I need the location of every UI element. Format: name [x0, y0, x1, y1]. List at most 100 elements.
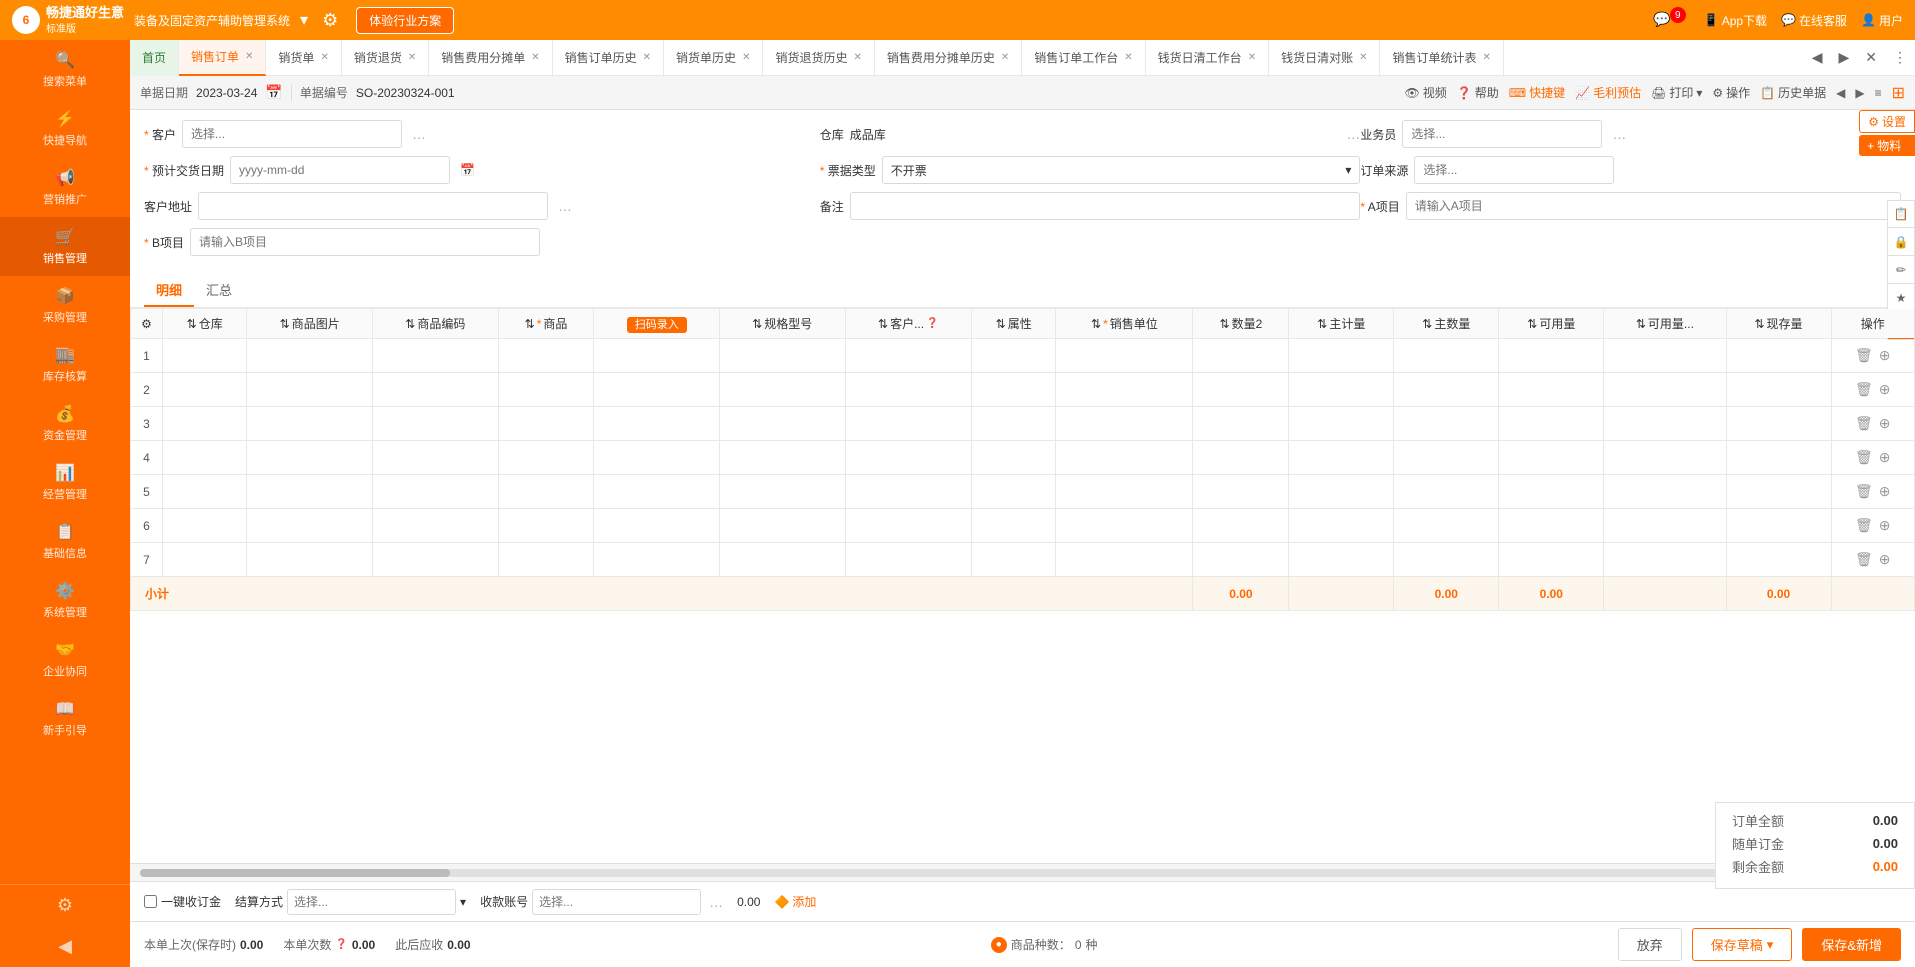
row-product-4[interactable] — [498, 441, 594, 475]
b-project-input[interactable] — [190, 228, 540, 256]
row-warehouse-7[interactable] — [163, 543, 247, 577]
notification-area[interactable]: 💬 9 — [1653, 11, 1690, 30]
sidebar-item-4[interactable]: 📦采购管理 — [0, 276, 130, 335]
date-picker-icon[interactable]: 📅 — [265, 84, 282, 101]
row-delete-3[interactable]: 🗑 — [1855, 415, 1873, 432]
tab-sales-expense-history[interactable]: 销售费用分摊单历史✕ — [875, 40, 1022, 76]
tab-home[interactable]: 首页 — [130, 40, 179, 76]
warehouse-dots-btn[interactable]: … — [1346, 126, 1360, 142]
tab-sales-return[interactable]: 销货退货✕ — [342, 40, 429, 76]
sidebar-item-8[interactable]: 📋基础信息 — [0, 512, 130, 571]
industry-btn[interactable]: 体验行业方案 — [356, 7, 454, 34]
row-code-4[interactable] — [373, 441, 499, 475]
invoice-type-select[interactable]: 不开票 ▾ — [882, 156, 1361, 184]
sidebar-item-9[interactable]: ⚙️系统管理 — [0, 571, 130, 630]
row-code-1[interactable] — [373, 339, 499, 373]
row-qty2-5[interactable] — [1193, 475, 1289, 509]
row-warehouse-3[interactable] — [163, 407, 247, 441]
tab-close-5[interactable]: ✕ — [643, 52, 651, 63]
tab-close-7[interactable]: ✕ — [853, 52, 861, 63]
tab-sales-order[interactable]: 销售订单✕ — [179, 40, 266, 76]
app-download-btn[interactable]: 📱 App下载 — [1704, 12, 1767, 29]
history-btn[interactable]: 📋 历史单据 — [1760, 84, 1826, 101]
tab-menu-btn[interactable]: ⋮ — [1885, 40, 1915, 76]
scan-btn[interactable]: 扫码录入 — [627, 317, 687, 333]
tab-daily-clear[interactable]: 钱货日清工作台✕ — [1146, 40, 1269, 76]
row-qty2-7[interactable] — [1193, 543, 1289, 577]
tab-next-btn[interactable]: ▶ — [1830, 40, 1857, 76]
row-copy-6[interactable]: ⊕ — [1879, 517, 1891, 534]
row-unit-4[interactable] — [1056, 441, 1193, 475]
sidebar-settings-btn[interactable]: ⚙ — [0, 885, 130, 926]
row-qty2-6[interactable] — [1193, 509, 1289, 543]
row-warehouse-1[interactable] — [163, 339, 247, 373]
row-delete-5[interactable]: 🗑 — [1855, 483, 1873, 500]
tab-prev-btn[interactable]: ◀ — [1804, 40, 1831, 76]
row-qty2-2[interactable] — [1193, 373, 1289, 407]
scrollbar-thumb[interactable] — [140, 869, 450, 877]
row-qty2-3[interactable] — [1193, 407, 1289, 441]
toolbar-expand-btn[interactable]: ⊞ — [1892, 83, 1905, 103]
product-count-circle[interactable]: ● — [991, 937, 1007, 953]
sidebar-item-2[interactable]: 📢营销推广 — [0, 158, 130, 217]
tab-sales-workbench[interactable]: 销售订单工作台✕ — [1022, 40, 1145, 76]
add-collect-btn[interactable]: 🔶 添加 — [774, 893, 816, 910]
row-product-2[interactable] — [498, 373, 594, 407]
row-code-3[interactable] — [373, 407, 499, 441]
row-warehouse-5[interactable] — [163, 475, 247, 509]
toolbar-nav-next[interactable]: ▶ — [1855, 86, 1864, 100]
row-warehouse-6[interactable] — [163, 509, 247, 543]
one-click-collect-label[interactable]: 一键收订金 — [144, 893, 221, 910]
tab-close-4[interactable]: ✕ — [531, 52, 539, 63]
discard-btn[interactable]: 放弃 — [1618, 928, 1682, 961]
tab-daily-reconcile[interactable]: 钱货日清对账✕ — [1269, 40, 1380, 76]
tab-sales-stats[interactable]: 销售订单统计表✕ — [1380, 40, 1503, 76]
shortcut-btn[interactable]: ⌨ 快捷键 — [1509, 84, 1565, 101]
customer-address-input[interactable] — [198, 192, 548, 220]
tab-close-10[interactable]: ✕ — [1248, 52, 1256, 63]
sidebar-item-6[interactable]: 💰资金管理 — [0, 394, 130, 453]
right-float-btn-2[interactable]: 🔒 — [1887, 228, 1915, 256]
dropdown-icon[interactable]: ▾ — [300, 10, 308, 30]
row-delete-7[interactable]: 🗑 — [1855, 551, 1873, 568]
row-delete-2[interactable]: 🗑 — [1855, 381, 1873, 398]
row-copy-3[interactable]: ⊕ — [1879, 415, 1891, 432]
row-unit-5[interactable] — [1056, 475, 1193, 509]
row-product-5[interactable] — [498, 475, 594, 509]
tab-close-3[interactable]: ✕ — [408, 52, 416, 63]
row-code-7[interactable] — [373, 543, 499, 577]
row-delete-6[interactable]: 🗑 — [1855, 517, 1873, 534]
sidebar-item-11[interactable]: 📖新手引导 — [0, 689, 130, 748]
tab-sales-expense[interactable]: 销售费用分摊单✕ — [429, 40, 552, 76]
row-product-6[interactable] — [498, 509, 594, 543]
row-unit-6[interactable] — [1056, 509, 1193, 543]
account-input[interactable] — [532, 889, 701, 915]
sidebar-item-5[interactable]: 🏬库存核算 — [0, 335, 130, 394]
row-unit-1[interactable] — [1056, 339, 1193, 373]
product-count-icon[interactable]: ● — [991, 936, 1007, 953]
one-click-collect-checkbox[interactable] — [144, 895, 157, 908]
this-order-help-icon[interactable]: ❓ — [335, 939, 347, 950]
settings-icon[interactable]: ⚙ — [322, 10, 338, 31]
row-unit-7[interactable] — [1056, 543, 1193, 577]
salesperson-dots-btn[interactable]: … — [1612, 126, 1626, 142]
tab-close-9[interactable]: ✕ — [1124, 52, 1132, 63]
delivery-date-input[interactable] — [230, 156, 450, 184]
sidebar-item-3[interactable]: 🛒销售管理 — [0, 217, 130, 276]
tab-close-1[interactable]: ✕ — [245, 51, 253, 62]
tab-close-12[interactable]: ✕ — [1483, 52, 1491, 63]
address-dots-btn[interactable]: … — [558, 198, 572, 214]
row-copy-4[interactable]: ⊕ — [1879, 449, 1891, 466]
salesperson-input[interactable] — [1402, 120, 1602, 148]
tab-sales-bill[interactable]: 销货单✕ — [266, 40, 341, 76]
scrollbar-track[interactable] — [140, 869, 1905, 877]
user-btn[interactable]: 👤 用户 — [1861, 12, 1903, 29]
print-btn[interactable]: 🖨 打印 ▾ — [1651, 84, 1702, 101]
row-code-2[interactable] — [373, 373, 499, 407]
toolbar-view-toggle[interactable]: ≡ — [1875, 86, 1882, 100]
row-qty2-1[interactable] — [1193, 339, 1289, 373]
row-qty2-4[interactable] — [1193, 441, 1289, 475]
save-new-btn[interactable]: 保存&新增 — [1802, 928, 1901, 961]
sidebar-item-1[interactable]: ⚡快捷导航 — [0, 99, 130, 158]
row-unit-2[interactable] — [1056, 373, 1193, 407]
